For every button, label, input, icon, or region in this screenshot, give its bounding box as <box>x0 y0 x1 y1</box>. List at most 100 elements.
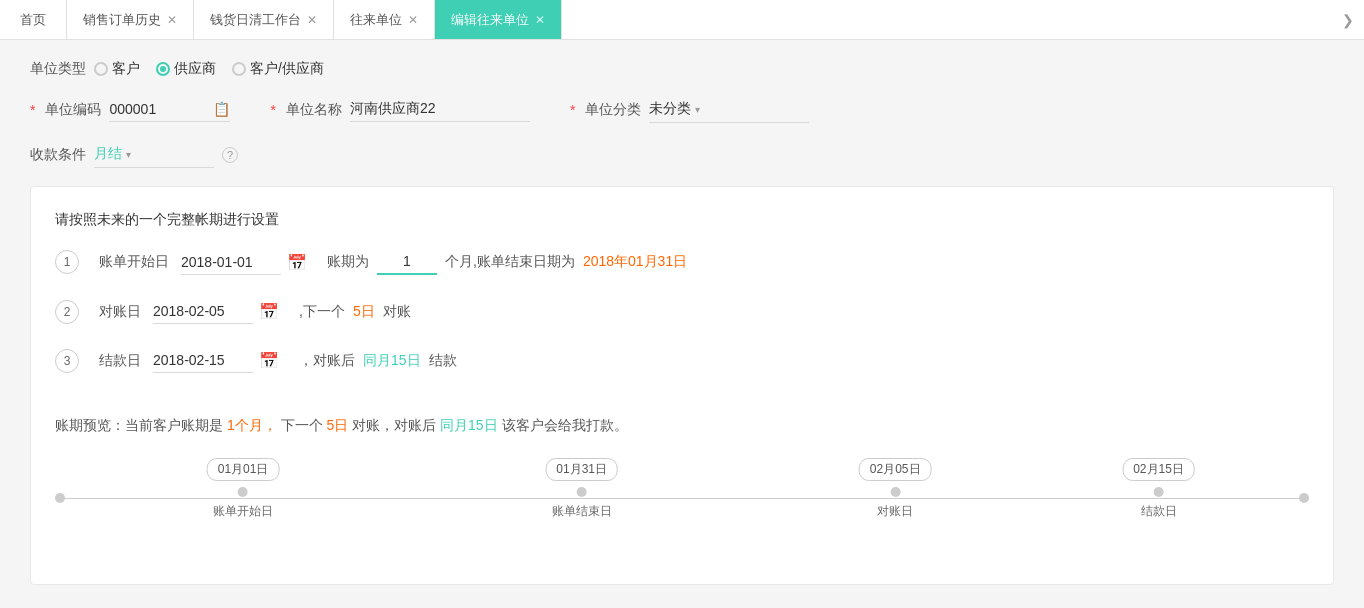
tl-end-dot <box>1299 493 1309 503</box>
period-months-input[interactable] <box>377 249 437 275</box>
unit-code-copy-icon[interactable]: 📋 <box>213 101 230 117</box>
tab-close-edit-partner[interactable]: ✕ <box>535 13 545 27</box>
unit-code-label: 单位编码 <box>45 101 101 119</box>
tl-badge-1: 01月01日 <box>207 458 280 481</box>
radio-customer[interactable]: 客户 <box>94 60 140 78</box>
step-num-3: 3 <box>55 349 79 373</box>
reconcile-date-input[interactable] <box>153 299 253 324</box>
tl-point-1: 01月01日 账单开始日 <box>207 458 280 520</box>
reconcile-day-highlight: 5日 <box>353 303 375 321</box>
tl-caption-2: 账单结束日 <box>552 503 612 520</box>
unit-type-row: 单位类型 客户 供应商 客户/供应商 <box>30 60 1334 78</box>
unit-details-row: * 单位编码 📋 * 单位名称 * 单位分类 未分类 ▾ <box>30 96 1334 123</box>
payment-terms-field: 收款条件 月结 ▾ ? <box>30 141 238 168</box>
tl-point-2: 01月31日 账单结束日 <box>545 458 618 520</box>
billing-start-label: 账单开始日 <box>99 253 169 271</box>
settings-card: 请按照未来的一个完整帐期进行设置 1 账单开始日 📅 账期为 个月,账单结束日期… <box>30 186 1334 585</box>
unit-type-field: 单位类型 客户 供应商 客户/供应商 <box>30 60 324 78</box>
tab-sales-history[interactable]: 销售订单历史 ✕ <box>67 0 194 39</box>
radio-circle-supplier <box>156 62 170 76</box>
payment-terms-label: 收款条件 <box>30 146 86 164</box>
payment-suffix-a: ，对账后 <box>299 352 355 370</box>
unit-category-value: 未分类 <box>649 100 691 118</box>
tab-cash-work[interactable]: 钱货日清工作台 ✕ <box>194 0 334 39</box>
step-num-2: 2 <box>55 300 79 324</box>
payment-terms-row: 收款条件 月结 ▾ ? <box>30 141 1334 168</box>
unit-code-field: * 单位编码 📋 <box>30 97 230 122</box>
unit-name-input[interactable] <box>350 97 530 122</box>
preview-highlight-3: 同月15日 <box>440 417 498 433</box>
payment-date: 📅 <box>153 348 279 373</box>
tl-start-dot <box>55 493 65 503</box>
preview-middle-2: 对账，对账后 <box>352 417 436 433</box>
payment-date-input[interactable] <box>153 348 253 373</box>
radio-label-supplier: 供应商 <box>174 60 216 78</box>
calendar-icon-3[interactable]: 📅 <box>259 351 279 370</box>
tab-close-partner[interactable]: ✕ <box>408 13 418 27</box>
tab-home[interactable]: 首页 <box>0 0 67 39</box>
tl-caption-1: 账单开始日 <box>213 503 273 520</box>
tl-dot-1 <box>238 487 248 497</box>
tl-dot-2 <box>577 487 587 497</box>
timeline: 01月01日 账单开始日 01月31日 账单结束日 02月05日 对账日 <box>55 458 1309 538</box>
radio-group-unit-type: 客户 供应商 客户/供应商 <box>94 60 324 78</box>
chevron-down-icon: ▾ <box>695 104 700 115</box>
tab-overflow-button[interactable]: ❯ <box>1332 12 1364 28</box>
payment-terms-value: 月结 <box>94 145 122 163</box>
tab-edit-partner[interactable]: 编辑往来单位 ✕ <box>435 0 562 39</box>
reconcile-date: 📅 <box>153 299 279 324</box>
preview-highlight-1: 1个月， <box>227 417 277 433</box>
reconcile-date-label: 对账日 <box>99 303 141 321</box>
unit-type-label: 单位类型 <box>30 60 86 78</box>
radio-label-customer: 客户 <box>112 60 140 78</box>
setting-row-3: 3 结款日 📅 ，对账后 同月15日 结款 <box>55 348 1309 373</box>
tl-badge-3: 02月05日 <box>859 458 932 481</box>
billing-end-date-highlight: 2018年01月31日 <box>583 253 687 271</box>
unit-code-input-wrapper: 📋 <box>109 97 230 122</box>
setting-row-1: 1 账单开始日 📅 账期为 个月,账单结束日期为 2018年01月31日 <box>55 249 1309 275</box>
calendar-icon-1[interactable]: 📅 <box>287 253 307 272</box>
unit-name-field: * 单位名称 <box>270 97 529 122</box>
preview-highlight-2: 5日 <box>326 417 348 433</box>
calendar-icon-2[interactable]: 📅 <box>259 302 279 321</box>
card-title: 请按照未来的一个完整帐期进行设置 <box>55 211 1309 229</box>
tl-point-4: 02月15日 结款日 <box>1122 458 1195 520</box>
reconcile-suffix-a: ,下一个 <box>299 303 345 321</box>
tab-close-sales-history[interactable]: ✕ <box>167 13 177 27</box>
tab-bar: 首页 销售订单历史 ✕ 钱货日清工作台 ✕ 往来单位 ✕ 编辑往来单位 ✕ ❯ <box>0 0 1364 40</box>
tab-partner[interactable]: 往来单位 ✕ <box>334 0 435 39</box>
tl-caption-3: 对账日 <box>877 503 913 520</box>
payment-terms-dropdown[interactable]: 月结 ▾ <box>94 141 214 168</box>
billing-start-date: 📅 <box>181 250 307 275</box>
help-icon[interactable]: ? <box>222 147 238 163</box>
tl-dot-3 <box>890 487 900 497</box>
unit-category-label: 单位分类 <box>585 101 641 119</box>
main-content: 单位类型 客户 供应商 客户/供应商 * 单位编码 <box>0 40 1364 608</box>
setting-row-2: 2 对账日 📅 ,下一个 5日 对账 <box>55 299 1309 324</box>
billing-start-date-input[interactable] <box>181 250 281 275</box>
period-suffix: 个月,账单结束日期为 <box>445 253 575 271</box>
tl-caption-4: 结款日 <box>1141 503 1177 520</box>
tl-point-3: 02月05日 对账日 <box>859 458 932 520</box>
radio-circle-customer <box>94 62 108 76</box>
tl-dot-4 <box>1154 487 1164 497</box>
preview-section: 账期预览：当前客户账期是 1个月， 下一个 5日 对账，对账后 同月15日 该客… <box>55 397 1309 538</box>
tab-close-cash-work[interactable]: ✕ <box>307 13 317 27</box>
reconcile-suffix-b: 对账 <box>383 303 411 321</box>
unit-category-dropdown[interactable]: 未分类 ▾ <box>649 96 809 123</box>
unit-code-input[interactable] <box>109 97 209 121</box>
radio-circle-both <box>232 62 246 76</box>
preview-middle-1: 下一个 <box>281 417 323 433</box>
payment-day-highlight: 同月15日 <box>363 352 421 370</box>
unit-category-field: * 单位分类 未分类 ▾ <box>570 96 809 123</box>
payment-suffix-b: 结款 <box>429 352 457 370</box>
step-num-1: 1 <box>55 250 79 274</box>
unit-name-label: 单位名称 <box>286 101 342 119</box>
tl-badge-2: 01月31日 <box>545 458 618 481</box>
preview-prefix: 账期预览：当前客户账期是 <box>55 417 223 433</box>
radio-both[interactable]: 客户/供应商 <box>232 60 324 78</box>
radio-supplier[interactable]: 供应商 <box>156 60 216 78</box>
tl-badge-4: 02月15日 <box>1122 458 1195 481</box>
chevron-down-icon-2: ▾ <box>126 149 131 160</box>
period-prefix: 账期为 <box>327 253 369 271</box>
